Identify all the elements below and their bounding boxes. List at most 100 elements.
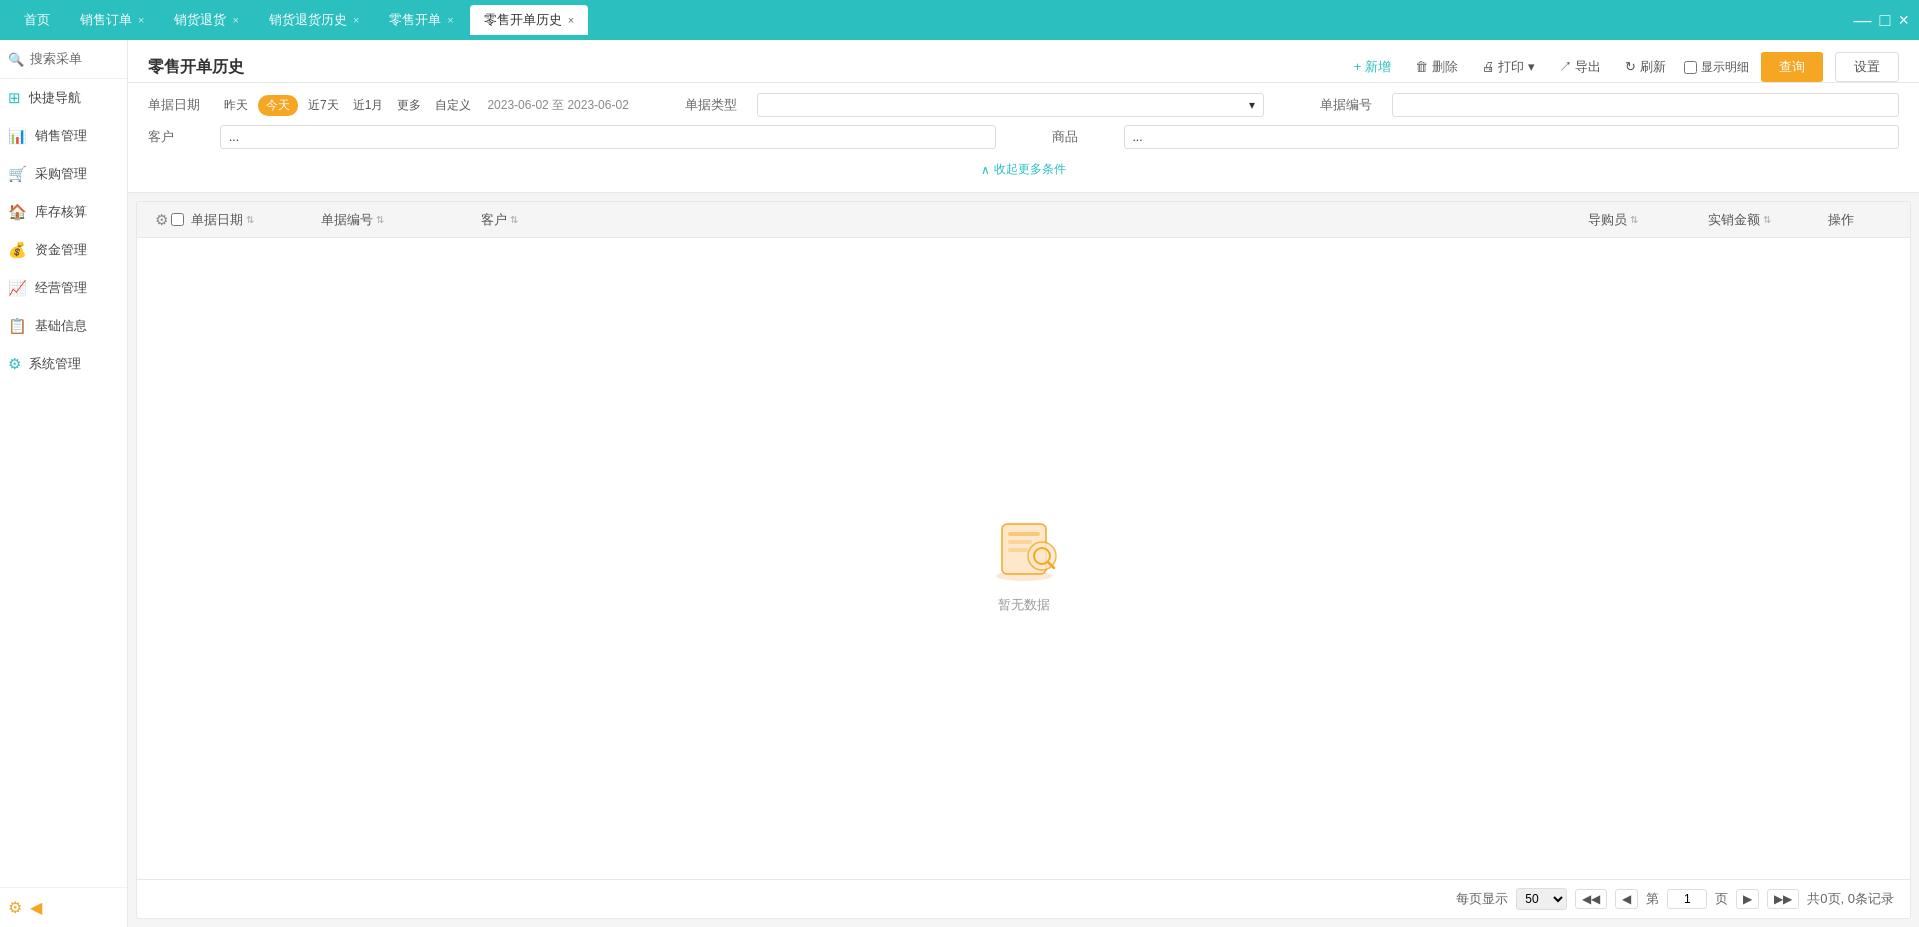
amount-sort-icon[interactable]: ⇅ — [1763, 214, 1771, 225]
query-button[interactable]: 查询 — [1761, 52, 1823, 82]
th-amount[interactable]: 实销金额 ⇅ — [1700, 211, 1820, 229]
column-settings-icon[interactable]: ⚙ — [155, 206, 168, 234]
add-label: + 新增 — [1354, 58, 1391, 76]
sidebar-item-sales-mgmt[interactable]: 📊 销售管理 — [0, 117, 127, 155]
collapse-sidebar-icon[interactable]: ◀ — [30, 898, 42, 917]
sales-order-label: 销售订单 — [80, 11, 132, 29]
sidebar-search[interactable]: 🔍 搜索采单 — [0, 40, 127, 79]
add-button[interactable]: + 新增 — [1348, 54, 1397, 80]
settings-bottom-icon[interactable]: ⚙ — [8, 898, 22, 917]
sales-mgmt-label: 销售管理 — [35, 127, 87, 145]
delete-button[interactable]: 🗑 删除 — [1409, 54, 1464, 80]
sales-return-label: 销货退货 — [174, 11, 226, 29]
table-header: ⚙ 单据日期 ⇅ 单据编号 ⇅ 客户 ⇅ 导购员 ⇅ — [137, 202, 1910, 238]
sidebar-item-operations[interactable]: 📈 经营管理 — [0, 269, 127, 307]
per-page-select[interactable]: 50 10 20 100 — [1516, 888, 1567, 910]
page-label: 第 — [1646, 890, 1659, 908]
main-layout: 🔍 搜索采单 ⊞ 快捷导航 📊 销售管理 🛒 采购管理 🏠 库存核算 💰 资金管… — [0, 40, 1919, 927]
tab-sales-return-history[interactable]: 销货退货历史 × — [255, 5, 373, 35]
close-sales-order[interactable]: × — [138, 14, 144, 26]
sidebar-item-inventory[interactable]: 🏠 库存核算 — [0, 193, 127, 231]
shortcut-custom[interactable]: 自定义 — [431, 95, 475, 116]
close-sales-return[interactable]: × — [232, 14, 238, 26]
date-range-display: 2023-06-02 至 2023-06-02 — [487, 97, 628, 114]
page-number-input[interactable] — [1667, 889, 1707, 909]
print-label: 🖨 打印 ▾ — [1482, 58, 1535, 76]
sidebar-item-purchase-mgmt[interactable]: 🛒 采购管理 — [0, 155, 127, 193]
bill-num-input[interactable] — [1392, 93, 1899, 117]
quick-nav-label: 快捷导航 — [29, 89, 81, 107]
bill-type-select[interactable]: ▾ — [757, 93, 1264, 117]
empty-illustration — [984, 504, 1064, 584]
th-date[interactable]: 单据日期 ⇅ — [183, 211, 313, 229]
tab-sales-order[interactable]: 销售订单 × — [66, 5, 158, 35]
refresh-label: ↻ 刷新 — [1625, 58, 1666, 76]
sidebar-item-base-info[interactable]: 📋 基础信息 — [0, 307, 127, 345]
prev-page-btn[interactable]: ◀ — [1615, 889, 1638, 909]
retail-order-label: 零售开单 — [389, 11, 441, 29]
sidebar-item-finance[interactable]: 💰 资金管理 — [0, 231, 127, 269]
customer-select[interactable]: ... — [220, 125, 996, 149]
svg-rect-2 — [1008, 532, 1040, 536]
close-retail-order[interactable]: × — [447, 14, 453, 26]
close-retail-history[interactable]: × — [568, 14, 574, 26]
system-label: 系统管理 — [29, 355, 81, 373]
header-actions: + 新增 🗑 删除 🖨 打印 ▾ ↗ 导出 ↻ 刷新 显示明细 — [1348, 52, 1899, 82]
shortcut-1month[interactable]: 近1月 — [349, 95, 388, 116]
date-sort-icon[interactable]: ⇅ — [246, 214, 254, 225]
customer-value: ... — [229, 130, 239, 144]
tab-retail-history[interactable]: 零售开单历史 × — [470, 5, 588, 35]
refresh-button[interactable]: ↻ 刷新 — [1619, 54, 1672, 80]
th-num-label: 单据编号 — [321, 211, 373, 229]
goods-select[interactable]: ... — [1124, 125, 1900, 149]
shortcut-more[interactable]: 更多 — [393, 95, 425, 116]
inventory-icon: 🏠 — [8, 203, 27, 221]
sidebar: 🔍 搜索采单 ⊞ 快捷导航 📊 销售管理 🛒 采购管理 🏠 库存核算 💰 资金管… — [0, 40, 128, 927]
last-page-btn[interactable]: ▶▶ — [1767, 889, 1799, 909]
more-conditions-label: 收起更多条件 — [994, 161, 1066, 178]
empty-state: 暂无数据 — [137, 238, 1910, 879]
first-page-btn[interactable]: ◀◀ — [1575, 889, 1607, 909]
pagination: 每页显示 50 10 20 100 ◀◀ ◀ 第 页 ▶ ▶▶ 共0页, 0条记… — [137, 879, 1910, 918]
guide-sort-icon[interactable]: ⇅ — [1630, 214, 1638, 225]
empty-text: 暂无数据 — [998, 596, 1050, 614]
shortcut-7days[interactable]: 近7天 — [304, 95, 343, 116]
export-button[interactable]: ↗ 导出 — [1553, 54, 1608, 80]
bill-num-label: 单据编号 — [1320, 96, 1376, 114]
filter-row-2: 客户 ... 商品 ... — [148, 125, 1899, 149]
tab-home[interactable]: 首页 — [10, 5, 64, 35]
search-label: 搜索采单 — [30, 50, 82, 68]
maximize-btn[interactable]: □ — [1880, 10, 1891, 31]
inventory-label: 库存核算 — [35, 203, 87, 221]
th-num[interactable]: 单据编号 ⇅ — [313, 211, 473, 229]
bill-type-label: 单据类型 — [685, 96, 741, 114]
operations-label: 经营管理 — [35, 279, 87, 297]
sidebar-item-system[interactable]: ⚙ 系统管理 — [0, 345, 127, 383]
shortcut-today[interactable]: 今天 — [258, 95, 298, 116]
setting-button[interactable]: 设置 — [1835, 52, 1899, 82]
svg-rect-4 — [1008, 548, 1028, 552]
print-button[interactable]: 🖨 打印 ▾ — [1476, 54, 1541, 80]
bill-type-arrow: ▾ — [1249, 98, 1255, 112]
next-page-btn[interactable]: ▶ — [1736, 889, 1759, 909]
sidebar-item-quick-nav[interactable]: ⊞ 快捷导航 — [0, 79, 127, 117]
system-icon: ⚙ — [8, 355, 21, 373]
customer-sort-icon[interactable]: ⇅ — [510, 214, 518, 225]
tab-sales-return[interactable]: 销货退货 × — [160, 5, 252, 35]
filter-area: 单据日期 昨天 今天 近7天 近1月 更多 自定义 2023-06-02 至 2… — [128, 83, 1919, 193]
purchase-mgmt-icon: 🛒 — [8, 165, 27, 183]
window-close-btn[interactable]: × — [1898, 10, 1909, 31]
base-info-label: 基础信息 — [35, 317, 87, 335]
show-detail-checkbox[interactable] — [1684, 61, 1697, 74]
page-suffix: 页 — [1715, 890, 1728, 908]
minimize-btn[interactable]: — — [1854, 10, 1872, 31]
tab-retail-order[interactable]: 零售开单 × — [375, 5, 467, 35]
th-customer[interactable]: 客户 ⇅ — [473, 211, 1580, 229]
th-date-label: 单据日期 — [191, 211, 243, 229]
th-guide[interactable]: 导购员 ⇅ — [1580, 211, 1700, 229]
shortcut-yesterday[interactable]: 昨天 — [220, 95, 252, 116]
more-conditions-toggle[interactable]: ∧ 收起更多条件 — [148, 157, 1899, 182]
num-sort-icon[interactable]: ⇅ — [376, 214, 384, 225]
close-sales-return-history[interactable]: × — [353, 14, 359, 26]
purchase-mgmt-label: 采购管理 — [35, 165, 87, 183]
